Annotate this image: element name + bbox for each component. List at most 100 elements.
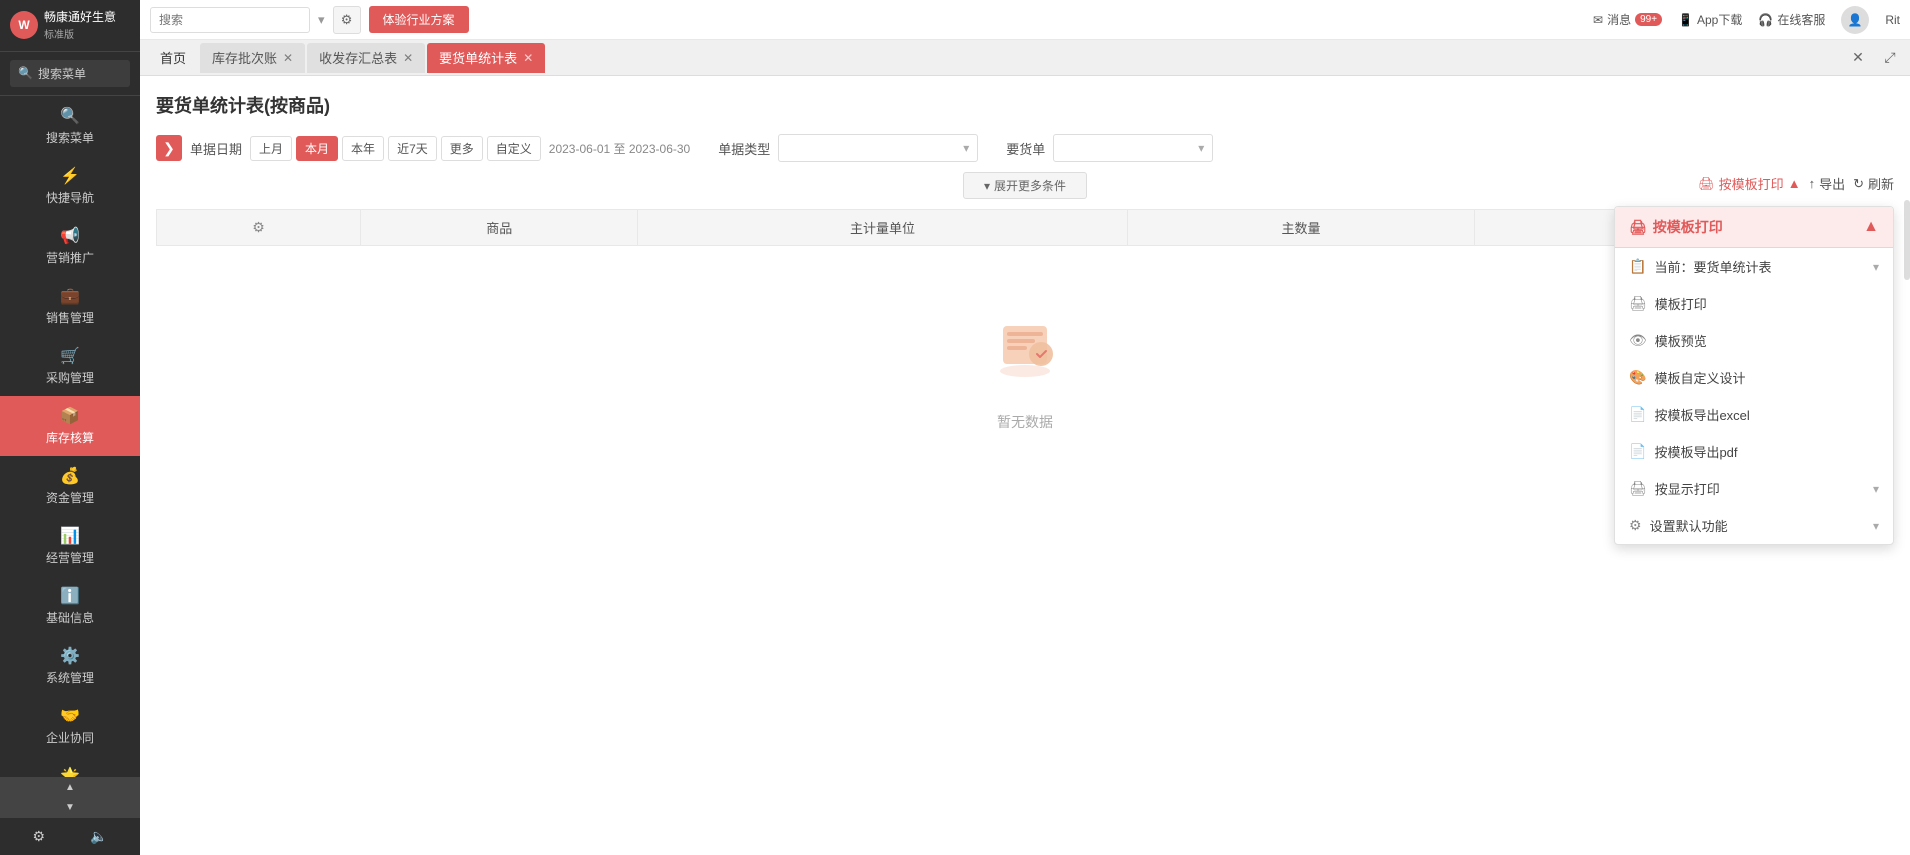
sidebar: W 畅康通好生意 标准版 🔍 搜索菜单 🔍 搜索菜单⚡ 快捷导航📢 营销推广💼 … <box>0 0 140 855</box>
marketing-icon: 📢 <box>60 226 80 246</box>
tab-close-icon[interactable]: ✕ <box>283 51 293 65</box>
current-template-chevron-icon: ▾ <box>1873 260 1879 274</box>
date-btn-近7天[interactable]: 近7天 <box>388 136 437 161</box>
print-dropdown-menu: 🖨 按模板打印 ▲ 📋 当前：要货单统计表 ▾ 🖨 模板打印 <box>1614 206 1894 545</box>
goods-select[interactable]: ▾ <box>1053 134 1213 162</box>
goods-filter: 要货单 ▾ <box>1006 134 1213 162</box>
date-btn-自定义[interactable]: 自定义 <box>487 136 541 161</box>
sidebar-scroll-down[interactable]: ▼ <box>0 797 140 817</box>
trial-button[interactable]: 体验行业方案 <box>369 6 469 33</box>
topbar-settings-button[interactable]: ⚙ <box>333 6 361 34</box>
dropdown-close-button[interactable]: ▲ <box>1863 218 1879 236</box>
settings-icon[interactable]: ⚙ <box>33 828 46 845</box>
search-icon: 🔍 <box>18 66 33 80</box>
empty-illustration <box>985 306 1065 400</box>
sidebar-logo: W 畅康通好生意 标准版 <box>0 0 140 52</box>
sidebar-item-operation[interactable]: 📊 经营管理 <box>0 516 140 576</box>
export-icon: ↑ <box>1809 176 1816 191</box>
guide-icon: 🌟 <box>60 766 80 777</box>
date-btn-本月[interactable]: 本月 <box>296 136 338 161</box>
filter-toggle-button[interactable]: ❯ <box>156 135 182 161</box>
table-header-quantity: 主数量 <box>1127 210 1475 246</box>
tab-order-stats[interactable]: 要货单统计表✕ <box>427 43 545 73</box>
table-header-settings[interactable]: ⚙ <box>157 210 361 246</box>
date-btn-更多[interactable]: 更多 <box>441 136 483 161</box>
export-pdf-icon: 📄 <box>1629 443 1646 460</box>
sidebar-item-label: 基础信息 <box>46 609 94 626</box>
tab-label: 首页 <box>160 48 186 67</box>
sidebar-item-guide[interactable]: 🌟 新手引导 <box>0 756 140 777</box>
sidebar-item-system[interactable]: ⚙️ 系统管理 <box>0 636 140 696</box>
table-settings-icon[interactable]: ⚙ <box>252 219 265 235</box>
sidebar-item-label: 企业协同 <box>46 729 94 746</box>
online-service-button[interactable]: 🎧 在线客服 <box>1758 11 1825 28</box>
doc-type-select[interactable]: ▾ <box>778 134 978 162</box>
inventory-icon: 📦 <box>60 406 80 426</box>
sidebar-scroll-up[interactable]: ▲ <box>0 777 140 797</box>
sidebar-item-inventory[interactable]: 📦 库存核算 <box>0 396 140 456</box>
resize-handle[interactable] <box>1904 200 1910 280</box>
audio-icon[interactable]: 🔈 <box>90 828 107 845</box>
print-template-button[interactable]: 🖨 按模板打印 ▲ <box>1698 174 1800 193</box>
refresh-button[interactable]: ↻ 刷新 <box>1853 174 1894 193</box>
date-btn-上月[interactable]: 上月 <box>250 136 292 161</box>
current-template-icon: 📋 <box>1629 258 1646 275</box>
filter-bar: ❯ 单据日期 上月本月本年近7天更多自定义 2023-06-01 至 2023-… <box>156 134 1894 162</box>
messages-badge: 99+ <box>1635 13 1662 26</box>
tab-close-all-button[interactable]: ✕ <box>1846 46 1870 70</box>
export-button[interactable]: ↑ 导出 <box>1809 174 1846 193</box>
tab-label: 收发存汇总表 <box>319 48 397 67</box>
messages-button[interactable]: ✉ 消息 99+ <box>1593 11 1662 28</box>
sidebar-item-marketing[interactable]: 📢 营销推广 <box>0 216 140 276</box>
expand-more: ▾ 展开更多条件 <box>156 172 1894 199</box>
logo-icon: W <box>10 11 38 39</box>
table-header-product: 商品 <box>361 210 638 246</box>
template-design-icon: 🎨 <box>1629 369 1646 386</box>
user-name: Rit <box>1885 13 1900 27</box>
sidebar-item-finance[interactable]: 💰 资金管理 <box>0 456 140 516</box>
sidebar-item-label: 库存核算 <box>46 429 94 446</box>
tab-home[interactable]: 首页 <box>148 43 198 73</box>
sidebar-item-enterprise[interactable]: 🤝 企业协同 <box>0 696 140 756</box>
dropdown-export-pdf[interactable]: 📄 按模板导出pdf <box>1615 433 1893 470</box>
action-bar-right: 🖨 按模板打印 ▲ ↑ 导出 ↻ 刷新 <box>1698 174 1894 193</box>
tab-receipts-summary[interactable]: 收发存汇总表 ✕ <box>307 43 425 73</box>
app-download-button[interactable]: 📱 App下载 <box>1678 11 1742 28</box>
dropdown-display-print[interactable]: 🖨 按显示打印 ▾ <box>1615 470 1893 507</box>
sidebar-item-quicknav[interactable]: ⚡ 快捷导航 <box>0 156 140 216</box>
date-btn-本年[interactable]: 本年 <box>342 136 384 161</box>
topbar-right: ✉ 消息 99+ 📱 App下载 🎧 在线客服 👤 Rit <box>1593 6 1900 34</box>
tab-inventory-batch[interactable]: 库存批次账 ✕ <box>200 43 305 73</box>
sales-icon: 💼 <box>60 286 80 306</box>
expand-more-button[interactable]: ▾ 展开更多条件 <box>963 172 1087 199</box>
sidebar-item-purchase[interactable]: 🛒 采购管理 <box>0 336 140 396</box>
date-buttons: 上月本月本年近7天更多自定义 <box>250 136 541 161</box>
sidebar-item-sales[interactable]: 💼 销售管理 <box>0 276 140 336</box>
dropdown-print-icon: 🖨 <box>1629 219 1647 236</box>
dropdown-template-print[interactable]: 🖨 模板打印 <box>1615 285 1893 322</box>
tab-close-icon[interactable]: ✕ <box>403 51 413 65</box>
dropdown-set-default[interactable]: ⚙ 设置默认功能 ▾ <box>1615 507 1893 544</box>
topbar-chevron-icon[interactable]: ▾ <box>318 12 325 28</box>
tab-expand-button[interactable]: ⤢ <box>1878 46 1902 70</box>
topbar: ▾ ⚙ 体验行业方案 ✉ 消息 99+ 📱 App下载 🎧 在线客服 👤 Rit <box>140 0 1910 40</box>
export-excel-icon: 📄 <box>1629 406 1646 423</box>
tabs-right-controls: ✕ ⤢ <box>1846 46 1902 70</box>
sidebar-item-basic[interactable]: ℹ️ 基础信息 <box>0 576 140 636</box>
logo-badge: 标准版 <box>44 26 116 41</box>
user-avatar[interactable]: 👤 <box>1841 6 1869 34</box>
doc-type-label: 单据类型 <box>718 139 770 158</box>
dropdown-template-preview[interactable]: 👁 模板预览 <box>1615 322 1893 359</box>
tab-close-icon[interactable]: ✕ <box>523 51 533 65</box>
quicknav-icon: ⚡ <box>60 166 80 186</box>
dropdown-current-template[interactable]: 📋 当前：要货单统计表 ▾ <box>1615 248 1893 285</box>
refresh-icon: ↻ <box>1853 176 1864 192</box>
search-menu-button[interactable]: 🔍 搜索菜单 <box>10 60 130 87</box>
sidebar-item-label: 搜索菜单 <box>46 129 94 146</box>
dropdown-template-design[interactable]: 🎨 模板自定义设计 <box>1615 359 1893 396</box>
sidebar-item-search[interactable]: 🔍 搜索菜单 <box>0 96 140 156</box>
tab-label: 库存批次账 <box>212 48 277 67</box>
main-content: ▾ ⚙ 体验行业方案 ✉ 消息 99+ 📱 App下载 🎧 在线客服 👤 Rit… <box>140 0 1910 855</box>
dropdown-export-excel[interactable]: 📄 按模板导出excel <box>1615 396 1893 433</box>
topbar-search-input[interactable] <box>150 7 310 33</box>
